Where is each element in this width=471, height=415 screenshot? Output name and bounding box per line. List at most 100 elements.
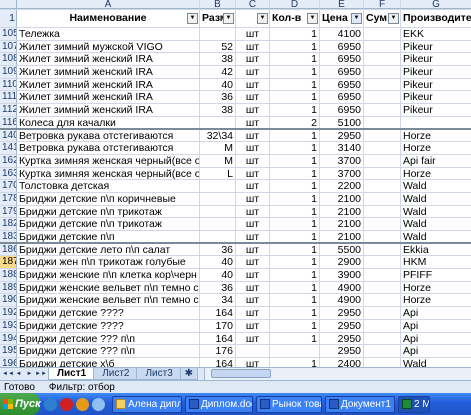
cell-name[interactable]: Куртка зимняя женская черный(все отстеги…	[17, 167, 200, 180]
cell-sum[interactable]	[364, 231, 401, 242]
cell-size[interactable]: 32\34	[200, 129, 236, 142]
cell-qty[interactable]: 1	[270, 53, 320, 66]
cell-price[interactable]: 2100	[320, 231, 364, 242]
cell-unit[interactable]: шт	[236, 129, 270, 142]
filter-dropdown-icon[interactable]: ▼	[388, 13, 399, 24]
cell-size[interactable]	[200, 218, 236, 230]
column-header-b[interactable]: B	[200, 0, 236, 9]
cell-unit[interactable]: шт	[236, 218, 270, 230]
cell-maker[interactable]: Wald	[401, 218, 471, 230]
cell-unit[interactable]: шт	[236, 78, 270, 91]
cell-unit[interactable]: шт	[236, 231, 270, 242]
cell-unit[interactable]: шт	[236, 167, 270, 180]
cell-size[interactable]: 40	[200, 78, 236, 91]
cell-price[interactable]: 3140	[320, 142, 364, 154]
cell-size[interactable]: 40	[200, 269, 236, 281]
cell-qty[interactable]: 1	[270, 129, 320, 142]
cell-name[interactable]: Бриджи женские вельвет п\п темно синий	[17, 294, 200, 307]
cell-unit[interactable]: шт	[236, 28, 270, 40]
cell-name[interactable]: Бриджи детские п\п	[17, 231, 200, 242]
cell-size[interactable]	[200, 116, 236, 128]
row-number[interactable]: 194	[0, 332, 17, 345]
cell-name[interactable]: Куртка зимняя женская черный(все отстеги…	[17, 154, 200, 167]
cell-price[interactable]: 4900	[320, 294, 364, 307]
cell-qty[interactable]: 2	[270, 116, 320, 128]
row-number[interactable]: 107	[0, 40, 17, 53]
row-number[interactable]: 141	[0, 142, 17, 154]
column-header-c[interactable]: C	[236, 0, 270, 9]
cell-qty[interactable]: 1	[270, 142, 320, 154]
header-maker[interactable]: Производителе	[401, 10, 471, 27]
cell-qty[interactable]: 1	[270, 167, 320, 180]
cell-sum[interactable]	[364, 332, 401, 345]
cell-sum[interactable]	[364, 40, 401, 53]
cell-unit[interactable]: шт	[236, 116, 270, 128]
cell-qty[interactable]: 1	[270, 28, 320, 40]
header-name[interactable]: Наименование ▼	[17, 10, 200, 27]
cell-price[interactable]: 6950	[320, 53, 364, 66]
filter-active-icon[interactable]: ▼	[351, 13, 362, 24]
cell-size[interactable]	[200, 192, 236, 205]
cell-qty[interactable]: 1	[270, 319, 320, 332]
cell-size[interactable]	[200, 205, 236, 218]
cell-name[interactable]: Бриджи детские ????	[17, 307, 200, 319]
filter-dropdown-icon[interactable]: ▼	[223, 13, 234, 24]
cell-maker[interactable]: Horze	[401, 294, 471, 307]
cell-qty[interactable]: 1	[270, 104, 320, 116]
cell-qty[interactable]: 1	[270, 307, 320, 319]
cell-price[interactable]: 2200	[320, 180, 364, 192]
cell-name[interactable]: Толстовка детская	[17, 180, 200, 192]
cell-name[interactable]: Бриджи женские п\п клетка кор\черн	[17, 269, 200, 281]
cell-maker[interactable]: Api fair	[401, 155, 471, 167]
cell-qty[interactable]: 1	[270, 294, 320, 307]
cell-size[interactable]: 164	[200, 307, 236, 319]
cell-maker[interactable]: Api	[401, 320, 471, 332]
row-number[interactable]: 187	[0, 256, 17, 269]
cell-unit[interactable]: шт	[236, 53, 270, 66]
cell-size[interactable]: 164	[200, 332, 236, 345]
insert-sheet-icon[interactable]: ✱	[179, 368, 198, 380]
header-sum[interactable]: Сум ▼	[364, 10, 401, 27]
cell-name[interactable]: Бриджи жен п\п трикотаж голубые	[17, 256, 200, 269]
cell-size[interactable]	[200, 231, 236, 242]
cell-size[interactable]: M	[200, 154, 236, 167]
cell-maker[interactable]: Api	[401, 345, 471, 357]
cell-sum[interactable]	[364, 142, 401, 154]
cell-maker[interactable]	[401, 117, 471, 128]
cell-sum[interactable]	[364, 269, 401, 281]
scrollbar-thumb[interactable]	[210, 369, 271, 378]
cell-name[interactable]: Бриджи детские ??? п\п	[17, 345, 200, 357]
cell-sum[interactable]	[364, 218, 401, 230]
cell-sum[interactable]	[364, 307, 401, 319]
cell-maker[interactable]: Pikeur	[401, 53, 471, 66]
taskbar-item-folder[interactable]: Алена диплом	[112, 395, 182, 413]
cell-sum[interactable]	[364, 91, 401, 104]
select-all-corner[interactable]	[0, 0, 17, 9]
cell-name[interactable]: Бриджи детские п\п трикотаж	[17, 205, 200, 218]
cell-name[interactable]: Жилет зимний женский IRA	[17, 66, 200, 78]
cell-price[interactable]: 5100	[320, 116, 364, 128]
cell-size[interactable]	[200, 28, 236, 40]
cell-price[interactable]: 2950	[320, 319, 364, 332]
cell-price[interactable]: 2100	[320, 205, 364, 218]
cell-size[interactable]: 42	[200, 66, 236, 78]
cell-price[interactable]: 2950	[320, 332, 364, 345]
column-header-f[interactable]: F	[364, 0, 401, 9]
row-number[interactable]: 116	[0, 116, 17, 128]
cell-unit[interactable]: шт	[236, 192, 270, 205]
cell-price[interactable]: 3900	[320, 269, 364, 281]
column-header-d[interactable]: D	[270, 0, 320, 9]
cell-sum[interactable]	[364, 28, 401, 40]
cell-sum[interactable]	[364, 294, 401, 307]
cell-price[interactable]: 3700	[320, 167, 364, 180]
cell-qty[interactable]: 1	[270, 40, 320, 53]
row-number[interactable]: 170	[0, 180, 17, 192]
cell-maker[interactable]: Pikeur	[401, 66, 471, 78]
header-size[interactable]: Разм ▼	[200, 10, 236, 27]
column-header-g[interactable]: G	[401, 0, 471, 9]
cell-name[interactable]: Бриджи женские вельвет п\п темно синий	[17, 281, 200, 294]
tab-sheet2[interactable]: Лист2	[93, 368, 139, 380]
cell-size[interactable]: 170	[200, 319, 236, 332]
cell-name[interactable]: Жилет зимний женский IRA	[17, 104, 200, 116]
cell-qty[interactable]: 1	[270, 269, 320, 281]
